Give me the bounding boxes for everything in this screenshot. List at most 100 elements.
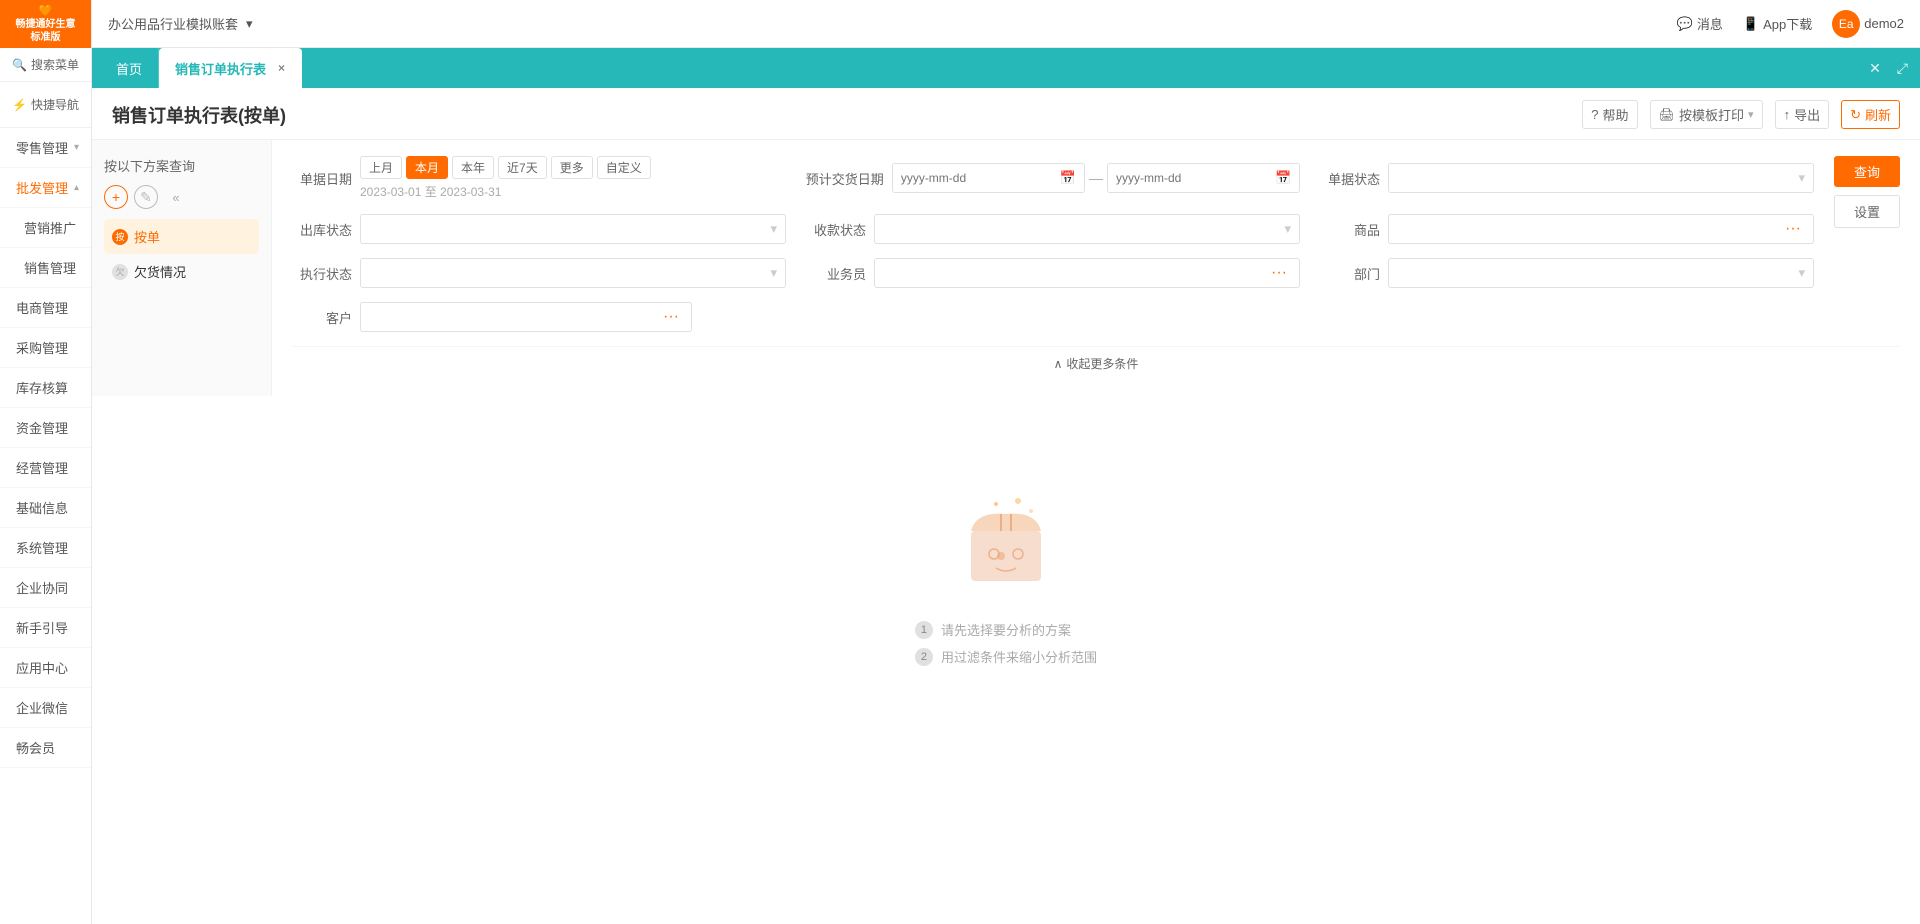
product-input[interactable]: ··· <box>1388 214 1814 244</box>
sidebar-item-wechat[interactable]: 企业微信 <box>0 688 91 728</box>
marketing-label: 营销推广 <box>24 218 76 237</box>
sidebar: 🧡 畅捷通好生意 标准版 🔍 搜索菜单 ⚡ 快捷导航 零售管理 ▾ 批发管理 ▾… <box>0 0 92 924</box>
tab-close-icon[interactable]: × <box>278 61 285 75</box>
sidebar-search[interactable]: 🔍 搜索菜单 <box>0 48 91 82</box>
date-btn-自定义[interactable]: 自定义 <box>597 156 651 179</box>
collapse-chevron-icon: ∧ <box>1054 357 1063 371</box>
sidebar-item-purchase[interactable]: 采购管理 <box>0 328 91 368</box>
department-select[interactable]: ▾ <box>1388 258 1814 288</box>
main-area: 办公用品行业模拟账套 ▾ 💬 消息 📱 App下载 Ea demo2 首页 <box>92 0 1920 924</box>
delivery-status-label: 出库状态 <box>292 220 352 239</box>
sidebar-item-operations[interactable]: 经营管理 <box>0 448 91 488</box>
salesperson-ellipsis[interactable]: ··· <box>1267 264 1291 282</box>
inventory-label: 库存核算 <box>16 378 68 397</box>
header-actions: 💬 消息 📱 App下载 Ea demo2 <box>1677 10 1904 38</box>
app-download-label: App下载 <box>1763 14 1812 33</box>
scheme-icon-欠货情况: 欠 <box>115 265 124 278</box>
scheme-item-欠货情况[interactable]: 欠 欠货情况 <box>104 254 259 289</box>
date-btn-更多[interactable]: 更多 <box>551 156 593 179</box>
collapse-icon: « <box>172 190 179 205</box>
collapse-left-btn[interactable]: « <box>164 185 188 209</box>
date-btn-上月[interactable]: 上月 <box>360 156 402 179</box>
sidebar-item-enterprise[interactable]: 企业协同 <box>0 568 91 608</box>
window-maximize-btn[interactable]: ⤢ <box>1893 56 1912 81</box>
app-download-action[interactable]: 📱 App下载 <box>1743 14 1812 33</box>
wholesale-label: 批发管理 <box>16 178 68 197</box>
customer-input[interactable]: ··· <box>360 302 692 332</box>
export-action[interactable]: ↑ 导出 <box>1775 100 1830 129</box>
cal-start-icon[interactable]: 📅 <box>1060 170 1076 186</box>
sidebar-item-basic[interactable]: 基础信息 <box>0 488 91 528</box>
filter-title-text: 按以下方案查询 <box>104 156 195 175</box>
sidebar-item-finance[interactable]: 资金管理 <box>0 408 91 448</box>
sidebar-item-ecommerce[interactable]: 电商管理 <box>0 288 91 328</box>
sidebar-item-sales[interactable]: 销售管理 <box>0 248 91 288</box>
sidebar-item-member[interactable]: 畅会员 <box>0 728 91 768</box>
payment-chevron: ▾ <box>1284 221 1291 237</box>
expected-date-end[interactable] <box>1116 171 1271 185</box>
refresh-label: 刷新 <box>1865 105 1891 124</box>
member-label: 畅会员 <box>16 738 55 757</box>
salesperson-label: 业务员 <box>806 264 866 283</box>
salesperson-input[interactable]: ··· <box>874 258 1300 288</box>
scheme-icon-按单: 按 <box>115 230 124 243</box>
bill-status-label: 单据状态 <box>1320 169 1380 188</box>
sidebar-item-inventory[interactable]: 库存核算 <box>0 368 91 408</box>
exec-status-select[interactable]: ▾ <box>360 258 786 288</box>
add-scheme-btn[interactable]: + <box>104 185 128 209</box>
date-btn-本月[interactable]: 本月 <box>406 156 448 179</box>
user-action[interactable]: Ea demo2 <box>1832 10 1904 38</box>
message-label: 消息 <box>1697 14 1723 33</box>
sidebar-item-system[interactable]: 系统管理 <box>0 528 91 568</box>
retail-chevron: ▾ <box>74 142 79 153</box>
settings-button[interactable]: 设置 <box>1834 195 1900 228</box>
sidebar-item-apps[interactable]: 应用中心 <box>0 648 91 688</box>
sidebar-item-quick-nav[interactable]: ⚡ 快捷导航 <box>0 88 91 121</box>
sidebar-item-retail[interactable]: 零售管理 ▾ <box>0 128 91 168</box>
expected-date-start[interactable] <box>901 171 1056 185</box>
filter-item-expected-date: 预计交货日期 📅 — 📅 <box>806 163 1300 193</box>
filter-right: 单据日期 上月 本月 本年 近7天 更多 自定义 <box>272 140 1920 396</box>
filter-row-4: 客户 ··· <box>292 302 1814 332</box>
sidebar-item-marketing[interactable]: 营销推广 <box>0 208 91 248</box>
delivery-chevron: ▾ <box>770 221 777 237</box>
empty-tip-2: 2 用过滤条件来缩小分析范围 <box>915 647 1097 666</box>
cal-end-icon[interactable]: 📅 <box>1275 170 1291 186</box>
tab-home[interactable]: 首页 <box>100 48 159 88</box>
department-chevron: ▾ <box>1798 265 1805 281</box>
filter-item-delivery-status: 出库状态 ▾ <box>292 214 786 244</box>
date-range-display: 2023-03-01 至 2023-03-31 <box>360 183 786 200</box>
department-label: 部门 <box>1320 264 1380 283</box>
page-content: 销售订单执行表(按单) ? 帮助 🖨 按模板打印 ▾ ↑ 导出 ↻ 刷新 <box>92 88 1920 924</box>
print-chevron: ▾ <box>1748 108 1754 121</box>
refresh-action[interactable]: ↻ 刷新 <box>1841 100 1900 129</box>
payment-status-label: 收款状态 <box>806 220 866 239</box>
tab-sales-exec[interactable]: 销售订单执行表 × <box>159 48 302 88</box>
date-btn-近7天[interactable]: 近7天 <box>498 156 547 179</box>
breadcrumb-chevron[interactable]: ▾ <box>246 16 253 32</box>
filter-row-1: 单据日期 上月 本月 本年 近7天 更多 自定义 <box>292 156 1814 200</box>
tip-text-1: 请先选择要分析的方案 <box>941 620 1071 639</box>
search-icon: 🔍 <box>12 58 27 72</box>
bill-status-select[interactable]: ▾ <box>1388 163 1814 193</box>
customer-ellipsis[interactable]: ··· <box>659 308 683 326</box>
date-quick-btns: 上月 本月 本年 近7天 更多 自定义 <box>360 156 786 179</box>
date-btn-本年[interactable]: 本年 <box>452 156 494 179</box>
basic-label: 基础信息 <box>16 498 68 517</box>
message-action[interactable]: 💬 消息 <box>1677 14 1723 33</box>
edit-scheme-btn[interactable]: ✎ <box>134 185 158 209</box>
sidebar-item-newuser[interactable]: 新手引导 <box>0 608 91 648</box>
system-label: 系统管理 <box>16 538 68 557</box>
product-ellipsis[interactable]: ··· <box>1781 220 1805 238</box>
print-action[interactable]: 🖨 按模板打印 ▾ <box>1650 100 1763 129</box>
enterprise-label: 企业协同 <box>16 578 68 597</box>
sidebar-item-wholesale[interactable]: 批发管理 ▾ <box>0 168 91 208</box>
scheme-item-按单[interactable]: 按 按单 <box>104 219 259 254</box>
collapse-more-bar[interactable]: ∧ 收起更多条件 <box>292 346 1900 380</box>
delivery-status-select[interactable]: ▾ <box>360 214 786 244</box>
window-close-btn[interactable]: ✕ <box>1865 56 1885 81</box>
payment-status-select[interactable]: ▾ <box>874 214 1300 244</box>
empty-tips: 1 请先选择要分析的方案 2 用过滤条件来缩小分析范围 <box>915 620 1097 666</box>
help-action[interactable]: ? 帮助 <box>1582 100 1637 129</box>
query-button[interactable]: 查询 <box>1834 156 1900 187</box>
